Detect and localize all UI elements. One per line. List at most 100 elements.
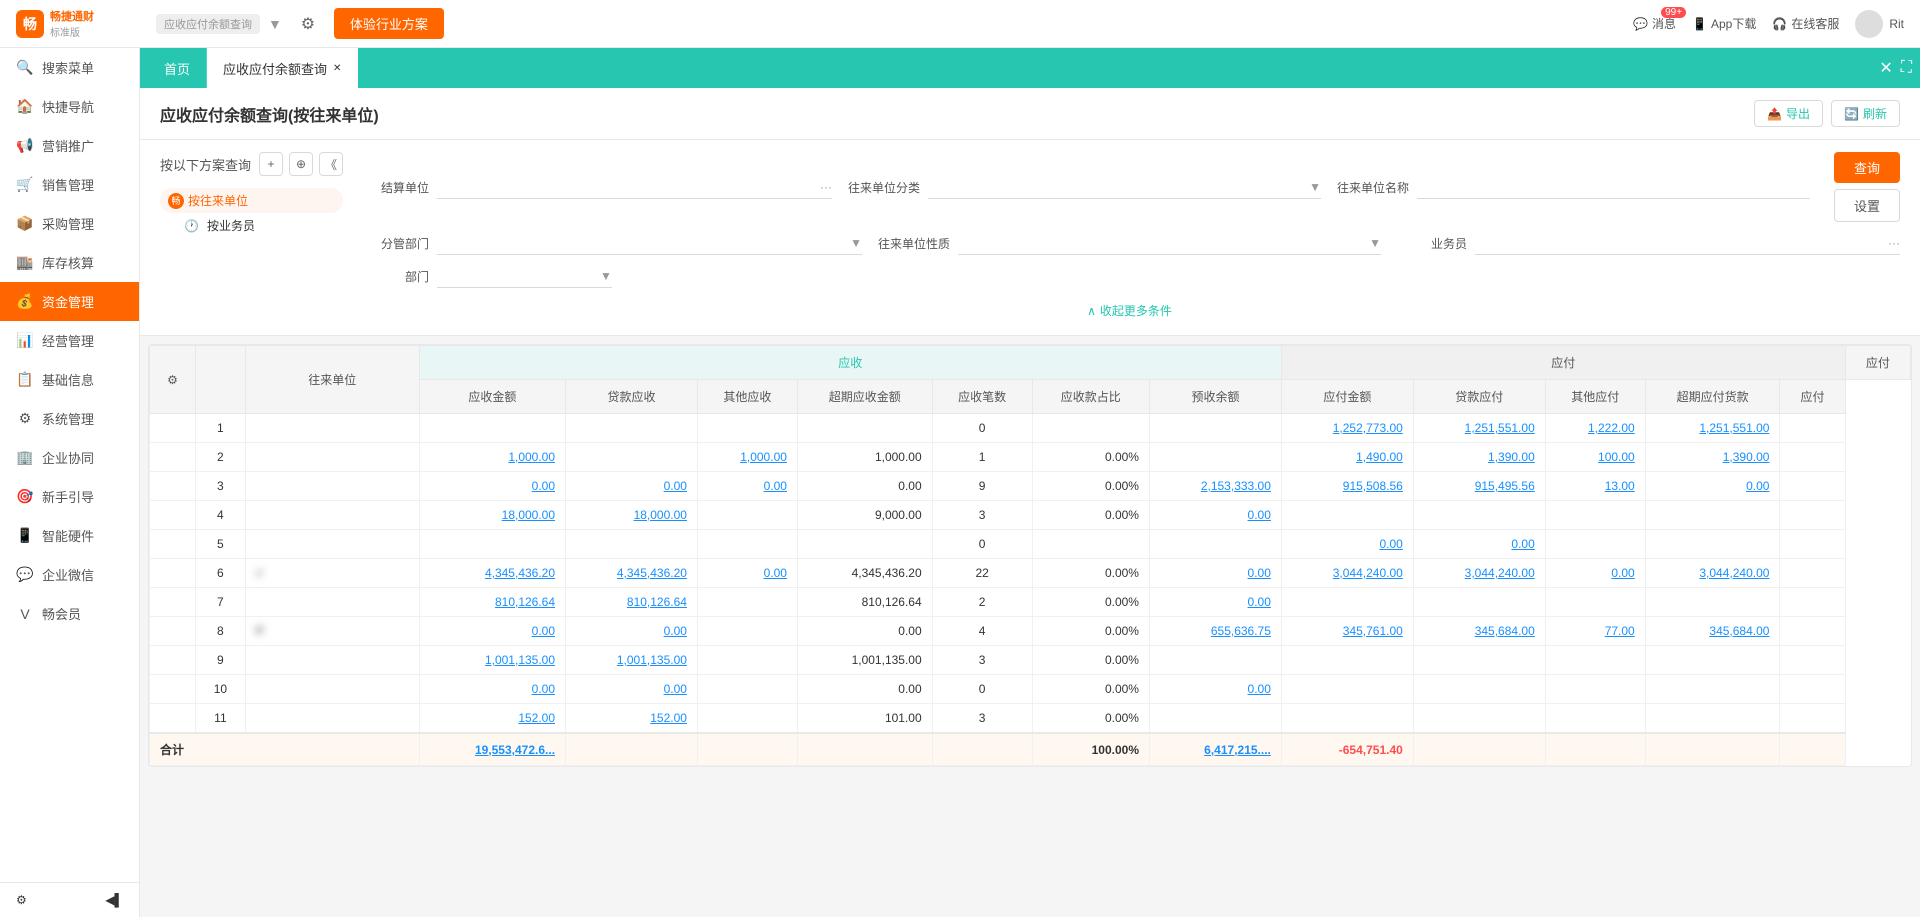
industry-btn[interactable]: 体验行业方案 <box>334 8 444 39</box>
cell[interactable]: 915,495.56 <box>1413 472 1545 501</box>
cell[interactable]: 655,636.75 <box>1149 617 1281 646</box>
cell[interactable]: 100.00 <box>1545 443 1645 472</box>
cell[interactable]: 0.00 <box>1413 530 1545 559</box>
sidebar-item-sales[interactable]: 🛒 销售管理 <box>0 165 139 204</box>
tab-close-icon[interactable]: ✕ <box>333 63 341 74</box>
dept-chevron[interactable]: ▼ <box>600 269 612 283</box>
footer-prepay[interactable]: 6,417,215.... <box>1149 733 1281 766</box>
message-btn[interactable]: 💬 消息 99+ <box>1633 15 1676 32</box>
cell[interactable]: 0.00 <box>1149 501 1281 530</box>
row-settings[interactable] <box>150 501 196 530</box>
cell[interactable]: 0.00 <box>566 472 698 501</box>
cell[interactable]: 1,252,773.00 <box>1281 414 1413 443</box>
row-settings[interactable] <box>150 675 196 704</box>
cell[interactable]: 152.00 <box>419 704 565 734</box>
row-settings[interactable] <box>150 646 196 675</box>
sidebar-item-finance[interactable]: 💰 资金管理 <box>0 282 139 321</box>
sidebar-item-search[interactable]: 🔍 搜索菜单 <box>0 48 139 87</box>
cell[interactable]: 3,044,240.00 <box>1413 559 1545 588</box>
dept-input[interactable] <box>437 265 600 287</box>
th-settings[interactable]: ⚙ <box>150 346 196 414</box>
cell[interactable]: 4,345,436.20 <box>419 559 565 588</box>
cell[interactable]: 13.00 <box>1545 472 1645 501</box>
cell[interactable]: 0.00 <box>1149 588 1281 617</box>
cell[interactable]: 0.00 <box>697 472 797 501</box>
dept-manage-chevron[interactable]: ▼ <box>850 236 862 250</box>
sidebar-item-inventory[interactable]: 🏬 库存核算 <box>0 243 139 282</box>
salesperson-dots-icon[interactable]: ··· <box>1888 236 1900 250</box>
settings-gear-button[interactable]: ⚙ <box>294 10 322 38</box>
cell[interactable]: 0.00 <box>697 559 797 588</box>
user-area[interactable]: Rit <box>1855 10 1904 38</box>
cell[interactable]: 152.00 <box>566 704 698 734</box>
sidebar-item-wechat[interactable]: 💬 企业微信 <box>0 555 139 594</box>
collapse-button[interactable]: ∧ 收起更多条件 <box>359 298 1900 323</box>
cell[interactable]: 2,153,333.00 <box>1149 472 1281 501</box>
tab-maximize-button[interactable]: ⛶ <box>1901 58 1912 78</box>
sidebar-item-purchase[interactable]: 📦 采购管理 <box>0 204 139 243</box>
sidebar-item-marketing[interactable]: 📢 营销推广 <box>0 126 139 165</box>
export-button[interactable]: 📤 导出 <box>1754 100 1823 127</box>
scheme-edit-button[interactable]: ⊕ <box>289 152 313 176</box>
settlement-dots-icon[interactable]: ··· <box>820 180 832 194</box>
cell[interactable]: 0.00 <box>566 617 698 646</box>
table-wrapper[interactable]: ⚙ 往来单位 应收 应付 应付 应收金额 贷款应收 其他应收 <box>149 345 1911 766</box>
cell[interactable]: 1,000.00 <box>419 443 565 472</box>
row-settings[interactable] <box>150 704 196 734</box>
cell[interactable]: 3,044,240.00 <box>1281 559 1413 588</box>
row-settings[interactable] <box>150 617 196 646</box>
cell[interactable]: 1,000.00 <box>697 443 797 472</box>
tab-ar-balance[interactable]: 应收应付余额查询 ✕ <box>207 48 358 88</box>
settings-icon[interactable]: ⚙ <box>16 893 27 907</box>
row-settings[interactable] <box>150 588 196 617</box>
cell[interactable]: 915,508.56 <box>1281 472 1413 501</box>
tab-home[interactable]: 首页 <box>148 48 207 88</box>
sidebar-item-quicknav[interactable]: 🏠 快捷导航 <box>0 87 139 126</box>
service-btn[interactable]: 🎧 在线客服 <box>1772 15 1839 32</box>
cell[interactable]: 810,126.64 <box>566 588 698 617</box>
unit-name-input[interactable] <box>1417 176 1810 199</box>
sidebar-item-corp[interactable]: 🏢 企业协同 <box>0 438 139 477</box>
refresh-button[interactable]: 🔄 刷新 <box>1831 100 1900 127</box>
cell[interactable]: 4,345,436.20 <box>566 559 698 588</box>
tab-close-window-button[interactable]: ✕ <box>1879 58 1892 78</box>
cell[interactable]: 0.00 <box>1545 559 1645 588</box>
cell[interactable]: 1,490.00 <box>1281 443 1413 472</box>
cell[interactable]: 0.00 <box>566 675 698 704</box>
row-settings[interactable] <box>150 443 196 472</box>
sidebar-item-member[interactable]: V 畅会员 <box>0 594 139 633</box>
filter-settings-button[interactable]: 设置 <box>1834 189 1900 222</box>
cell[interactable]: 345,761.00 <box>1281 617 1413 646</box>
cell[interactable]: 0.00 <box>419 472 565 501</box>
scheme-add-button[interactable]: + <box>259 152 283 176</box>
unit-category-chevron[interactable]: ▼ <box>1309 180 1321 194</box>
unit-category-input[interactable] <box>928 176 1309 198</box>
row-settings[interactable] <box>150 472 196 501</box>
cell[interactable]: 345,684.00 <box>1413 617 1545 646</box>
cell[interactable]: 18,000.00 <box>566 501 698 530</box>
cell[interactable]: 0.00 <box>1149 559 1281 588</box>
cell[interactable]: 0.00 <box>1645 472 1780 501</box>
cell[interactable]: 345,684.00 <box>1645 617 1780 646</box>
cell[interactable]: 0.00 <box>419 675 565 704</box>
sidebar-item-hardware[interactable]: 📱 智能硬件 <box>0 516 139 555</box>
row-settings[interactable] <box>150 530 196 559</box>
sidebar-item-guide[interactable]: 🎯 新手引导 <box>0 477 139 516</box>
cell[interactable]: 3,044,240.00 <box>1645 559 1780 588</box>
cell[interactable]: 1,001,135.00 <box>566 646 698 675</box>
sidebar-item-base[interactable]: 📋 基础信息 <box>0 360 139 399</box>
cell[interactable]: 1,251,551.00 <box>1413 414 1545 443</box>
app-download-btn[interactable]: 📱 App下载 <box>1692 15 1756 32</box>
cell[interactable]: 810,126.64 <box>419 588 565 617</box>
unit-nature-chevron[interactable]: ▼ <box>1369 236 1381 250</box>
row-settings[interactable] <box>150 414 196 443</box>
cell[interactable]: 77.00 <box>1545 617 1645 646</box>
cell[interactable]: 1,222.00 <box>1545 414 1645 443</box>
query-button[interactable]: 查询 <box>1834 152 1900 183</box>
dept-manage-input[interactable] <box>437 232 850 254</box>
scheme-collapse-button[interactable]: 《 <box>319 152 343 176</box>
cell[interactable]: 0.00 <box>1281 530 1413 559</box>
sidebar-item-system[interactable]: ⚙ 系统管理 <box>0 399 139 438</box>
row-settings[interactable] <box>150 559 196 588</box>
collapse-icon[interactable]: ◀▌ <box>105 893 123 907</box>
